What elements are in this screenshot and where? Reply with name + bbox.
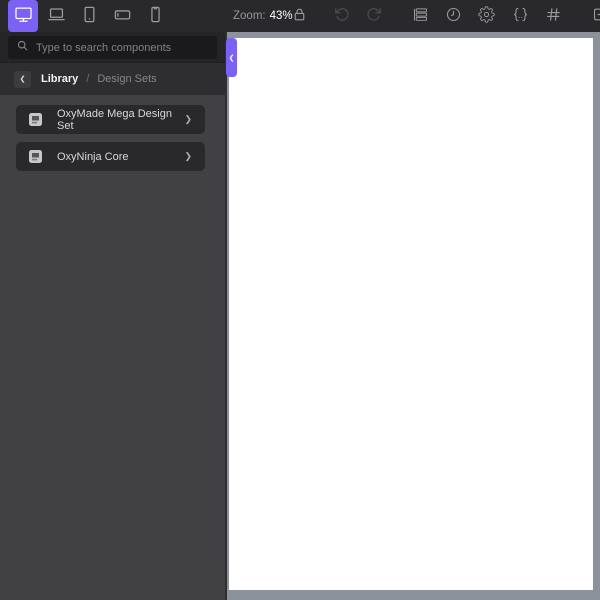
responsive-device-tabs [8,0,170,32]
monitor-icon [14,5,33,27]
structure-button[interactable] [408,0,432,32]
breadcrumb-library[interactable]: Library [41,73,78,85]
redo-button[interactable] [362,0,384,32]
chevron-right-icon: ❯ [184,151,192,161]
chevron-left-icon: ❮ [19,76,26,83]
stylesheets-button[interactable] [507,0,533,32]
phone-portrait-icon [146,5,165,27]
device-tab-tablet[interactable] [74,0,104,32]
laptop-icon [47,5,66,27]
braces-icon [512,6,529,26]
canvas-area: ❮ [226,32,600,600]
structure-icon [412,6,429,26]
device-tab-laptop[interactable] [41,0,71,32]
gear-icon [477,6,495,26]
clock-icon [445,6,462,26]
undo-icon [334,6,351,26]
breadcrumb: ❮ Library / Design Sets [0,63,225,95]
search-icon [16,39,29,57]
device-tab-phone-portrait[interactable] [140,0,170,32]
design-set-item-oxyninja[interactable]: OxyNinja Core ❯ [16,142,205,171]
device-tab-phone-landscape[interactable] [107,0,137,32]
tablet-icon [80,5,99,27]
settings-button[interactable] [474,0,498,32]
top-toolbar: Zoom: 43% [0,0,600,32]
search-input[interactable] [36,41,209,54]
design-set-item-oxymade[interactable]: OxyMade Mega Design Set ❯ [16,105,205,134]
design-set-label: OxyNinja Core [57,150,129,163]
redo-icon [365,6,382,26]
history-button[interactable] [441,0,465,32]
page-canvas[interactable] [229,38,593,590]
phone-landscape-icon [113,5,132,27]
components-sidebar: ❮ Library / Design Sets OxyMade Mega Des… [0,32,227,600]
design-set-thumbnail [29,150,42,163]
exit-icon [591,6,600,26]
design-set-label: OxyMade Mega Design Set [57,107,172,132]
zoom-label: Zoom: [233,10,266,22]
exit-button[interactable] [584,0,600,32]
breadcrumb-separator: / [86,73,90,85]
breadcrumb-current: Design Sets [97,73,157,85]
search-row [0,32,225,63]
zoom-indicator: Zoom: 43% [233,0,293,32]
sidebar-collapse-handle[interactable]: ❮ [226,38,237,77]
breadcrumb-back-button[interactable]: ❮ [14,70,31,88]
hash-icon [545,6,562,26]
device-tab-desktop[interactable] [8,0,38,32]
search-box[interactable] [8,36,217,59]
design-set-list: OxyMade Mega Design Set ❯ OxyNinja Core … [0,95,225,171]
chevron-left-icon: ❮ [228,54,235,62]
lock-button[interactable] [288,0,310,32]
grid-button[interactable] [541,0,565,32]
chevron-right-icon: ❯ [184,114,192,124]
design-set-thumbnail [29,113,42,126]
undo-button[interactable] [331,0,353,32]
lock-icon [291,6,308,26]
